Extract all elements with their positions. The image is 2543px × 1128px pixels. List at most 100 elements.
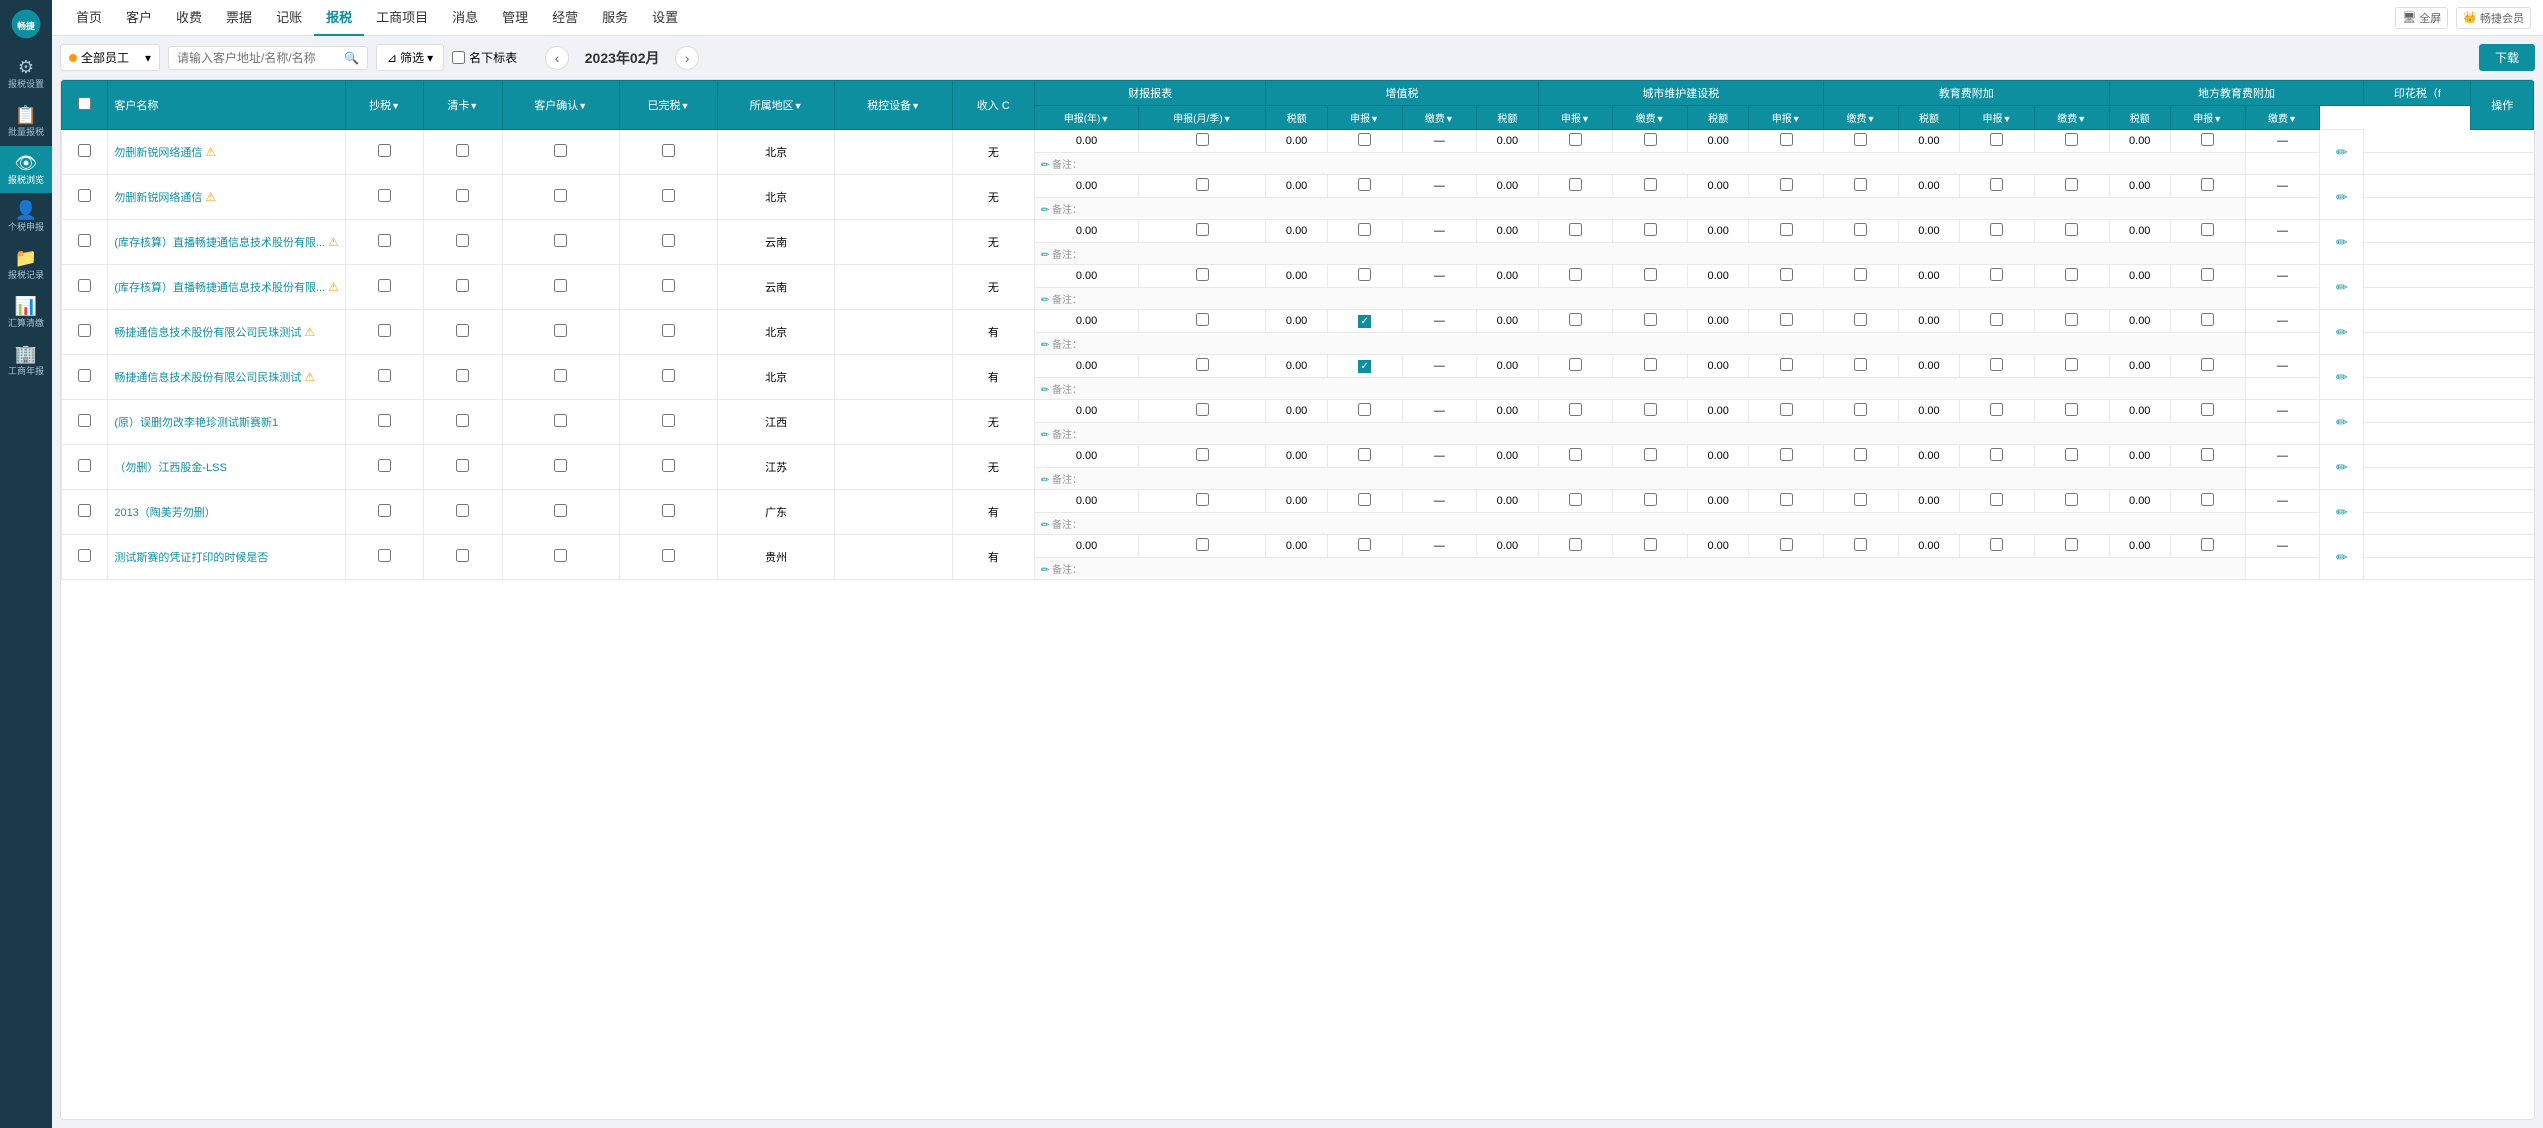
zzs-declare-cell[interactable]	[1327, 175, 1402, 198]
df-declare-checkbox[interactable]	[1990, 358, 2003, 371]
sidebar-item-baoshuijilu[interactable]: 📁 报税记录	[0, 241, 52, 289]
df-declare-cell[interactable]	[1960, 265, 2035, 288]
edit-icon[interactable]: ✏	[2336, 459, 2348, 475]
nav-operation[interactable]: 经营	[540, 0, 590, 36]
zzs-declare-checked[interactable]: ✓	[1358, 315, 1371, 328]
df-declare-cell[interactable]	[1960, 490, 2035, 513]
row-checkbox[interactable]	[78, 549, 91, 562]
confirm-checkbox[interactable]	[554, 369, 567, 382]
caibao-month-checkbox[interactable]	[1196, 133, 1209, 146]
qingka-cell[interactable]	[424, 175, 502, 220]
df-pay-checkbox[interactable]	[2065, 223, 2078, 236]
jy-pay-checkbox[interactable]	[1854, 403, 1867, 416]
edit-icon[interactable]: ✏	[2336, 279, 2348, 295]
jy-pay-cell[interactable]	[1824, 220, 1899, 243]
caibao-month-cell[interactable]	[1139, 400, 1266, 423]
confirm-checkbox[interactable]	[554, 234, 567, 247]
sidebar-item-baoshuishezhi[interactable]: ⚙ 报税设置	[0, 50, 52, 98]
qingka-checkbox[interactable]	[456, 369, 469, 382]
yh-declare-cell[interactable]	[2170, 490, 2245, 513]
name-table-checkbox[interactable]	[452, 51, 465, 64]
yh-declare-checkbox[interactable]	[2201, 133, 2214, 146]
cs-pay-checkbox[interactable]	[1644, 313, 1657, 326]
df-pay-checkbox[interactable]	[2065, 268, 2078, 281]
action-cell[interactable]: ✏	[2320, 175, 2364, 220]
nav-invoice[interactable]: 票据	[214, 0, 264, 36]
jy-declare-cell[interactable]	[1749, 130, 1824, 153]
jy-pay-checkbox[interactable]	[1854, 223, 1867, 236]
prev-month-button[interactable]: ‹	[545, 46, 569, 70]
nav-tax[interactable]: 报税	[314, 0, 364, 36]
jy-declare-checkbox[interactable]	[1780, 358, 1793, 371]
yh-declare-checkbox[interactable]	[2201, 403, 2214, 416]
df-pay-cell[interactable]	[2034, 310, 2109, 333]
search-icon[interactable]: 🔍	[344, 51, 359, 65]
jy-pay-checkbox[interactable]	[1854, 268, 1867, 281]
zzs-declare-checkbox[interactable]	[1358, 448, 1371, 461]
cs-declare-checkbox[interactable]	[1569, 268, 1582, 281]
cs-declare-cell[interactable]	[1538, 400, 1613, 423]
jy-declare-checkbox[interactable]	[1780, 133, 1793, 146]
qingka-cell[interactable]	[424, 265, 502, 310]
chaoshui-checkbox[interactable]	[378, 549, 391, 562]
chaoshui-cell[interactable]	[345, 490, 423, 535]
cs-declare-cell[interactable]	[1538, 445, 1613, 468]
zzs-declare-checkbox[interactable]	[1358, 133, 1371, 146]
cs-pay-cell[interactable]	[1613, 400, 1688, 423]
done-checkbox[interactable]	[662, 144, 675, 157]
jy-pay-cell[interactable]	[1824, 490, 1899, 513]
caibao-month-checkbox[interactable]	[1196, 448, 1209, 461]
df-pay-cell[interactable]	[2034, 130, 2109, 153]
done-checkbox[interactable]	[662, 504, 675, 517]
yh-declare-checkbox[interactable]	[2201, 538, 2214, 551]
cs-pay-cell[interactable]	[1613, 445, 1688, 468]
yh-declare-cell[interactable]	[2170, 535, 2245, 558]
done-cell[interactable]	[619, 220, 717, 265]
edit-note-icon[interactable]: ✏	[1041, 250, 1049, 261]
caibao-month-checkbox[interactable]	[1196, 223, 1209, 236]
edit-icon[interactable]: ✏	[2336, 504, 2348, 520]
yh-declare-checkbox[interactable]	[2201, 448, 2214, 461]
df-declare-checkbox[interactable]	[1990, 403, 2003, 416]
chaoshui-checkbox[interactable]	[378, 324, 391, 337]
nav-business[interactable]: 工商项目	[364, 0, 440, 36]
row-checkbox-cell[interactable]	[62, 535, 108, 580]
caibao-month-cell[interactable]	[1139, 490, 1266, 513]
chaoshui-checkbox[interactable]	[378, 369, 391, 382]
cs-declare-cell[interactable]	[1538, 175, 1613, 198]
confirm-checkbox[interactable]	[554, 189, 567, 202]
zzs-declare-cell[interactable]	[1327, 265, 1402, 288]
qingka-checkbox[interactable]	[456, 189, 469, 202]
jy-declare-checkbox[interactable]	[1780, 223, 1793, 236]
done-checkbox[interactable]	[662, 234, 675, 247]
cs-pay-cell[interactable]	[1613, 535, 1688, 558]
customer-name-cell[interactable]: (原）误删勿改李艳珍测试斯赛新1	[108, 400, 346, 445]
jy-pay-cell[interactable]	[1824, 265, 1899, 288]
filter-button[interactable]: ⊿ 筛选 ▾	[376, 44, 444, 71]
cs-declare-checkbox[interactable]	[1569, 223, 1582, 236]
yh-declare-cell[interactable]	[2170, 220, 2245, 243]
edit-icon[interactable]: ✏	[2336, 549, 2348, 565]
row-checkbox-cell[interactable]	[62, 400, 108, 445]
zzs-declare-cell[interactable]	[1327, 445, 1402, 468]
zzs-declare-checkbox[interactable]	[1358, 538, 1371, 551]
caibao-month-cell[interactable]	[1139, 445, 1266, 468]
customer-name-cell[interactable]: (库存核算）直播畅捷通信息技术股份有限...⚠	[108, 220, 346, 265]
nav-bookkeeping[interactable]: 记账	[264, 0, 314, 36]
yh-declare-cell[interactable]	[2170, 130, 2245, 153]
action-cell[interactable]: ✏	[2320, 310, 2364, 355]
jy-pay-cell[interactable]	[1824, 310, 1899, 333]
customer-name-cell[interactable]: 2013（陶美芳勿删）	[108, 490, 346, 535]
jy-declare-cell[interactable]	[1749, 355, 1824, 378]
yh-declare-cell[interactable]	[2170, 175, 2245, 198]
search-box[interactable]: 🔍	[168, 46, 368, 70]
caibao-month-cell[interactable]	[1139, 535, 1266, 558]
cs-declare-checkbox[interactable]	[1569, 448, 1582, 461]
qingka-cell[interactable]	[424, 310, 502, 355]
sidebar-item-piliangshuishui[interactable]: 📋 批量报税	[0, 98, 52, 146]
qingka-checkbox[interactable]	[456, 549, 469, 562]
cs-pay-cell[interactable]	[1613, 220, 1688, 243]
df-declare-checkbox[interactable]	[1990, 313, 2003, 326]
nav-fee[interactable]: 收费	[164, 0, 214, 36]
cs-declare-cell[interactable]	[1538, 355, 1613, 378]
